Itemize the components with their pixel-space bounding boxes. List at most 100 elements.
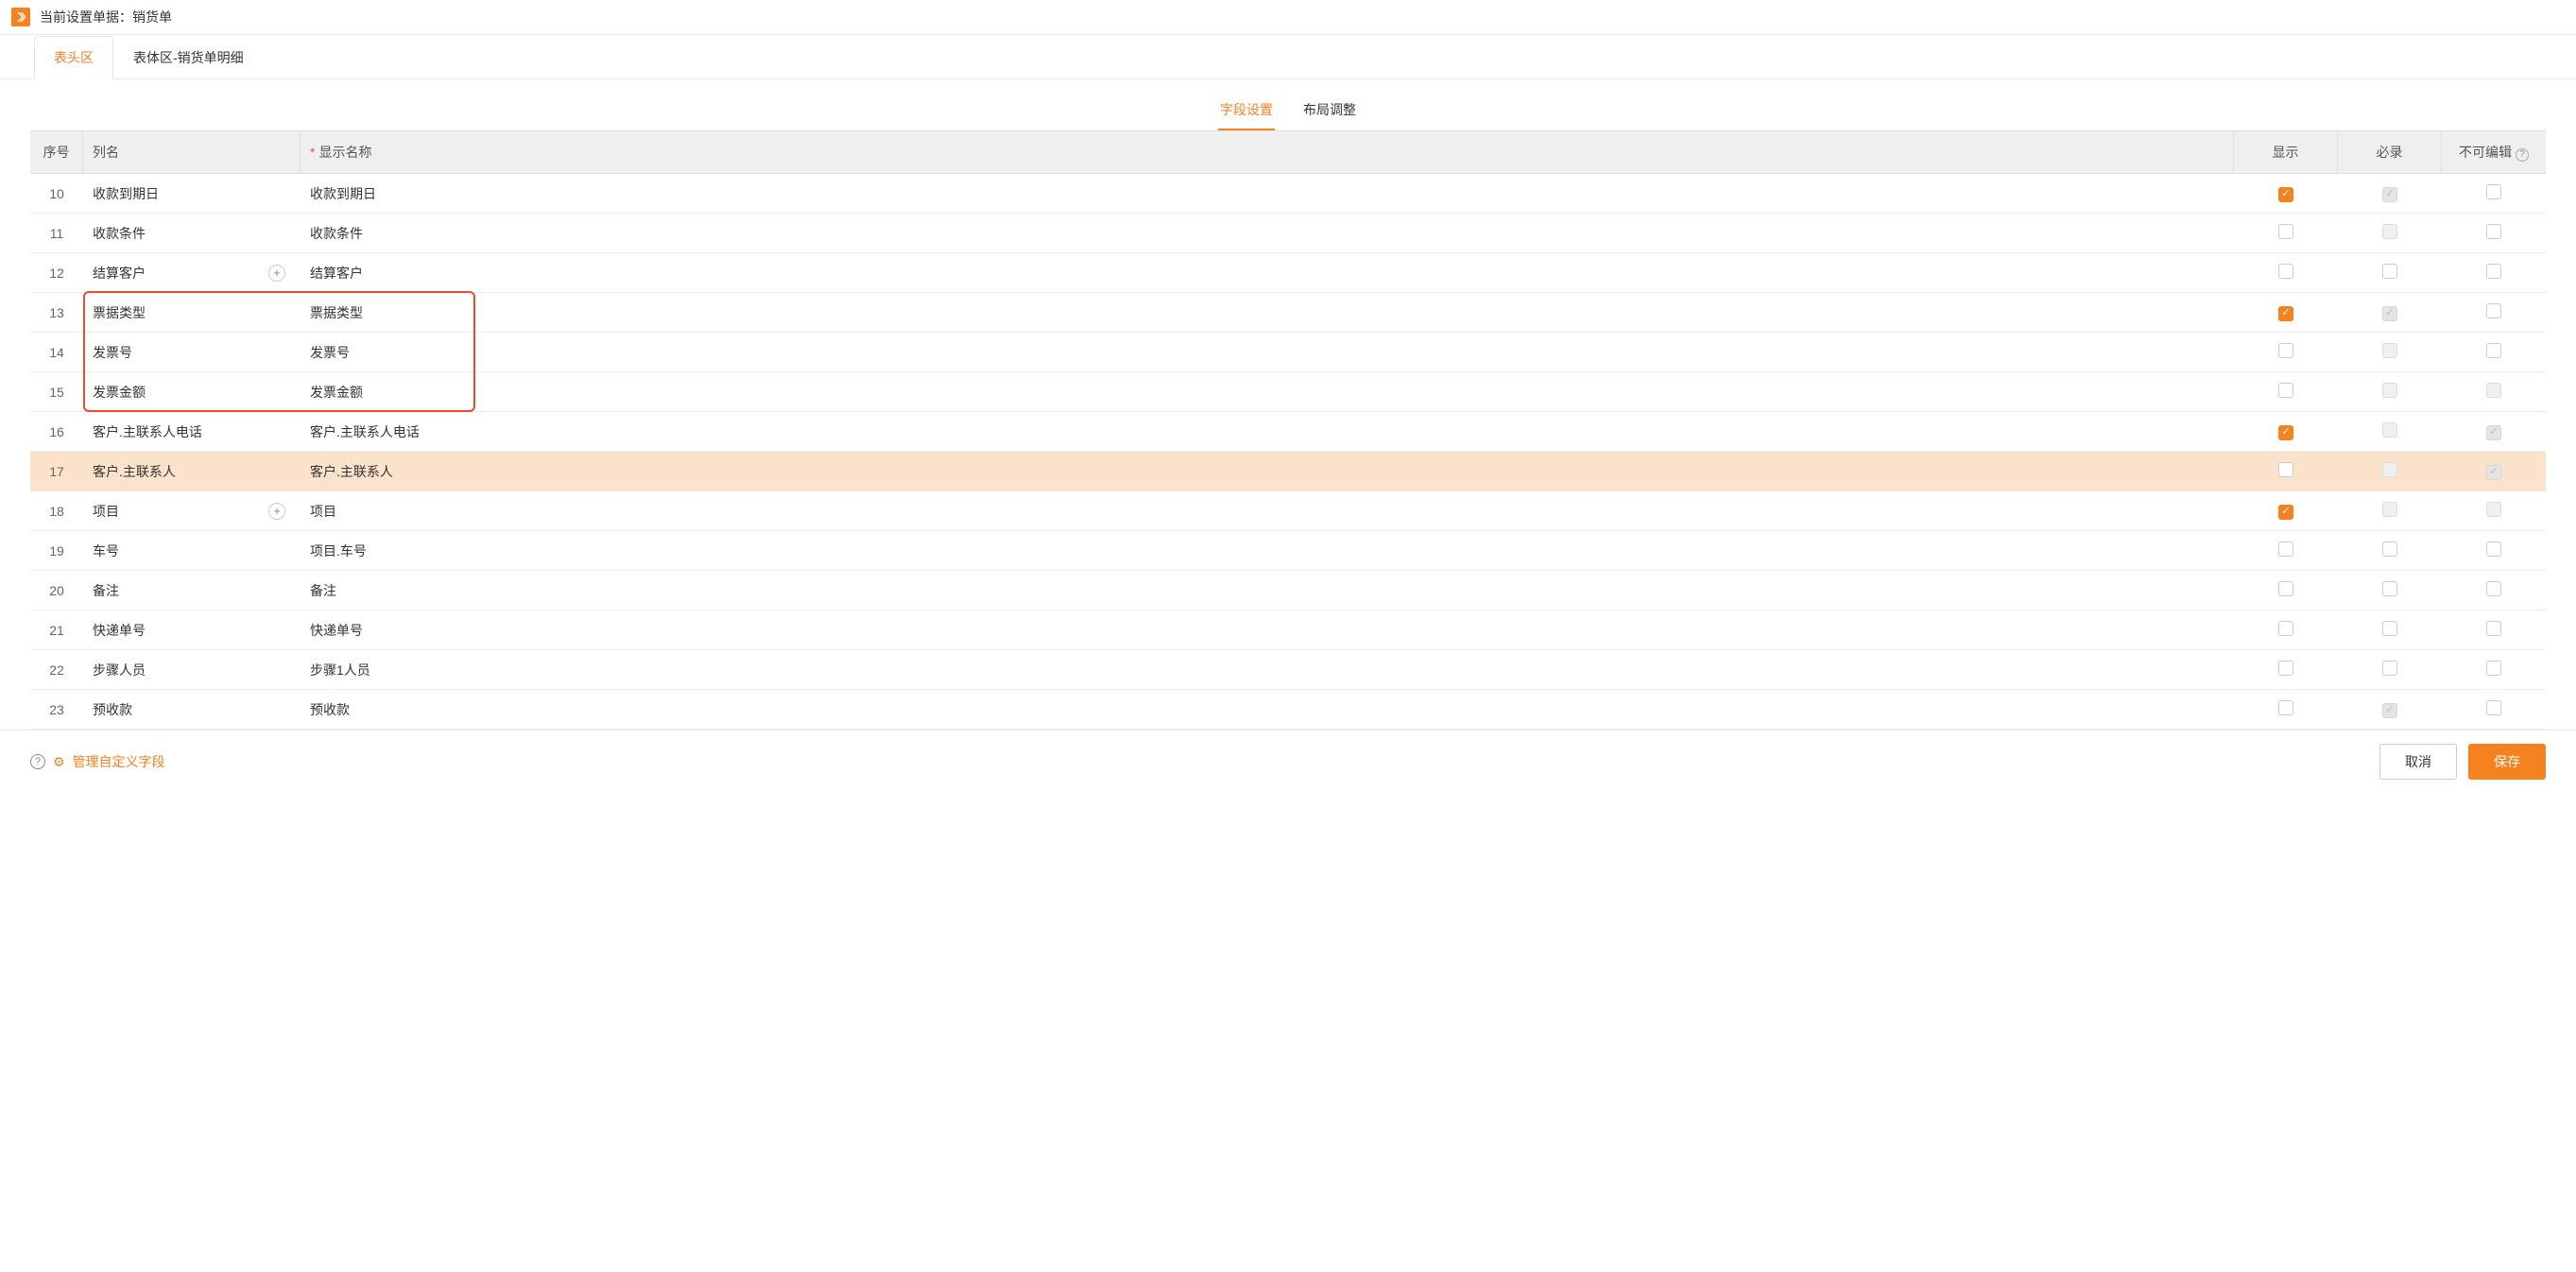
manage-custom-fields-link[interactable]: 管理自定义字段 [73,752,165,771]
cell-lock [2442,649,2546,690]
lock-checkbox[interactable] [2486,661,2501,676]
cell-display-name[interactable]: 收款到期日 [301,173,2234,215]
cell-lock [2442,530,2546,571]
show-checkbox[interactable] [2278,306,2293,321]
req-checkbox [2382,224,2397,239]
cell-name-text: 备注 [93,581,119,600]
req-checkbox[interactable] [2382,581,2397,596]
cell-seq: 23 [30,691,83,729]
cell-lock [2442,252,2546,293]
save-button[interactable]: 保存 [2468,744,2546,780]
show-checkbox[interactable] [2278,343,2293,358]
cell-show [2234,530,2338,571]
cell-lock [2442,411,2546,452]
cell-display-name[interactable]: 发票号 [301,332,2234,373]
req-checkbox [2382,187,2397,202]
footer-bar: ? ⚙ 管理自定义字段 取消 保存 [0,730,2576,793]
show-checkbox[interactable] [2278,224,2293,239]
cell-display-name[interactable]: 客户.主联系人电话 [301,411,2234,453]
cell-display-name[interactable]: 收款条件 [301,213,2234,254]
plus-icon[interactable]: + [268,503,285,520]
cell-name: 客户.主联系人 [83,451,301,492]
app-container: 当前设置单据：销货单 表头区表体区-销货单明细 字段设置布局调整 序号 列名 *… [0,0,2576,793]
plus-icon[interactable]: + [268,265,285,282]
cell-seq: 14 [30,334,83,371]
cancel-button[interactable]: 取消 [2379,744,2457,780]
table-row: 21快递单号快递单号 [30,610,2546,650]
help-icon[interactable]: ? [2516,148,2529,162]
cell-display-name[interactable]: 备注 [301,570,2234,611]
cell-display-name[interactable]: 客户.主联系人 [301,451,2234,492]
req-checkbox[interactable] [2382,264,2397,279]
tab-0[interactable]: 表头区 [34,36,113,79]
cell-display-name[interactable]: 结算客户 [301,252,2234,294]
lock-checkbox[interactable] [2486,581,2501,596]
cell-display-name[interactable]: 项目.车号 [301,530,2234,572]
lock-checkbox[interactable] [2486,700,2501,715]
cell-display-name[interactable]: 票据类型 [301,292,2234,334]
cell-show [2234,411,2338,452]
show-checkbox[interactable] [2278,700,2293,715]
show-checkbox[interactable] [2278,661,2293,676]
cell-req [2338,292,2442,333]
show-checkbox[interactable] [2278,383,2293,398]
cell-show [2234,213,2338,253]
lock-checkbox[interactable] [2486,264,2501,279]
th-lock-label: 不可编辑 [2459,145,2512,160]
cell-lock [2442,610,2546,650]
lock-checkbox[interactable] [2486,303,2501,318]
table-row: 10收款到期日收款到期日 [30,174,2546,214]
show-checkbox[interactable] [2278,505,2293,520]
cell-req [2338,411,2442,452]
tab-1[interactable]: 表体区-销货单明细 [113,36,264,79]
cell-req [2338,610,2442,650]
lock-checkbox[interactable] [2486,224,2501,239]
req-checkbox[interactable] [2382,541,2397,557]
req-checkbox[interactable] [2382,661,2397,676]
cell-display-name[interactable]: 项目 [301,490,2234,532]
cell-name-text: 收款到期日 [93,184,159,203]
cell-req [2338,689,2442,730]
cell-display-name[interactable]: 预收款 [301,689,2234,731]
cell-lock [2442,332,2546,372]
table-row: 23 预收款 预收款 [30,690,2546,730]
sub-tab-0[interactable]: 字段设置 [1218,95,1275,130]
cell-name-text: 结算客户 [93,264,146,283]
cell-name-text: 预收款 [93,700,132,719]
cell-show [2234,371,2338,412]
req-checkbox[interactable] [2382,621,2397,636]
lock-checkbox [2486,502,2501,517]
lock-checkbox[interactable] [2486,343,2501,358]
table-row: 14发票号发票号 [30,333,2546,372]
cell-lock [2442,213,2546,253]
cell-display-name[interactable]: 快递单号 [301,610,2234,651]
cell-display-name[interactable]: 步骤1人员 [301,649,2234,691]
show-checkbox[interactable] [2278,425,2293,440]
show-checkbox[interactable] [2278,462,2293,477]
lock-checkbox [2486,383,2501,398]
table-row: 19车号项目.车号 [30,531,2546,571]
show-checkbox[interactable] [2278,541,2293,557]
show-checkbox[interactable] [2278,581,2293,596]
cell-lock [2442,490,2546,531]
cell-req [2338,570,2442,610]
expand-toggle-button[interactable] [11,8,30,26]
show-checkbox[interactable] [2278,621,2293,636]
cell-name-text: 发票金额 [93,383,146,402]
cell-seq: 21 [30,611,83,649]
show-checkbox[interactable] [2278,264,2293,279]
lock-checkbox[interactable] [2486,184,2501,199]
question-icon[interactable]: ? [30,754,45,769]
sub-tabs: 字段设置布局调整 [0,79,2576,130]
cell-req [2338,173,2442,214]
table-header: 序号 列名 *显示名称 显示 必录 不可编辑? [30,130,2546,174]
sub-tab-1[interactable]: 布局调整 [1301,95,1358,130]
cell-req [2338,332,2442,372]
cell-display-name[interactable]: 发票金额 [301,371,2234,413]
show-checkbox[interactable] [2278,187,2293,202]
lock-checkbox[interactable] [2486,621,2501,636]
cell-lock [2442,689,2546,730]
lock-checkbox[interactable] [2486,541,2501,557]
cell-lock [2442,173,2546,214]
cell-req [2338,530,2442,571]
